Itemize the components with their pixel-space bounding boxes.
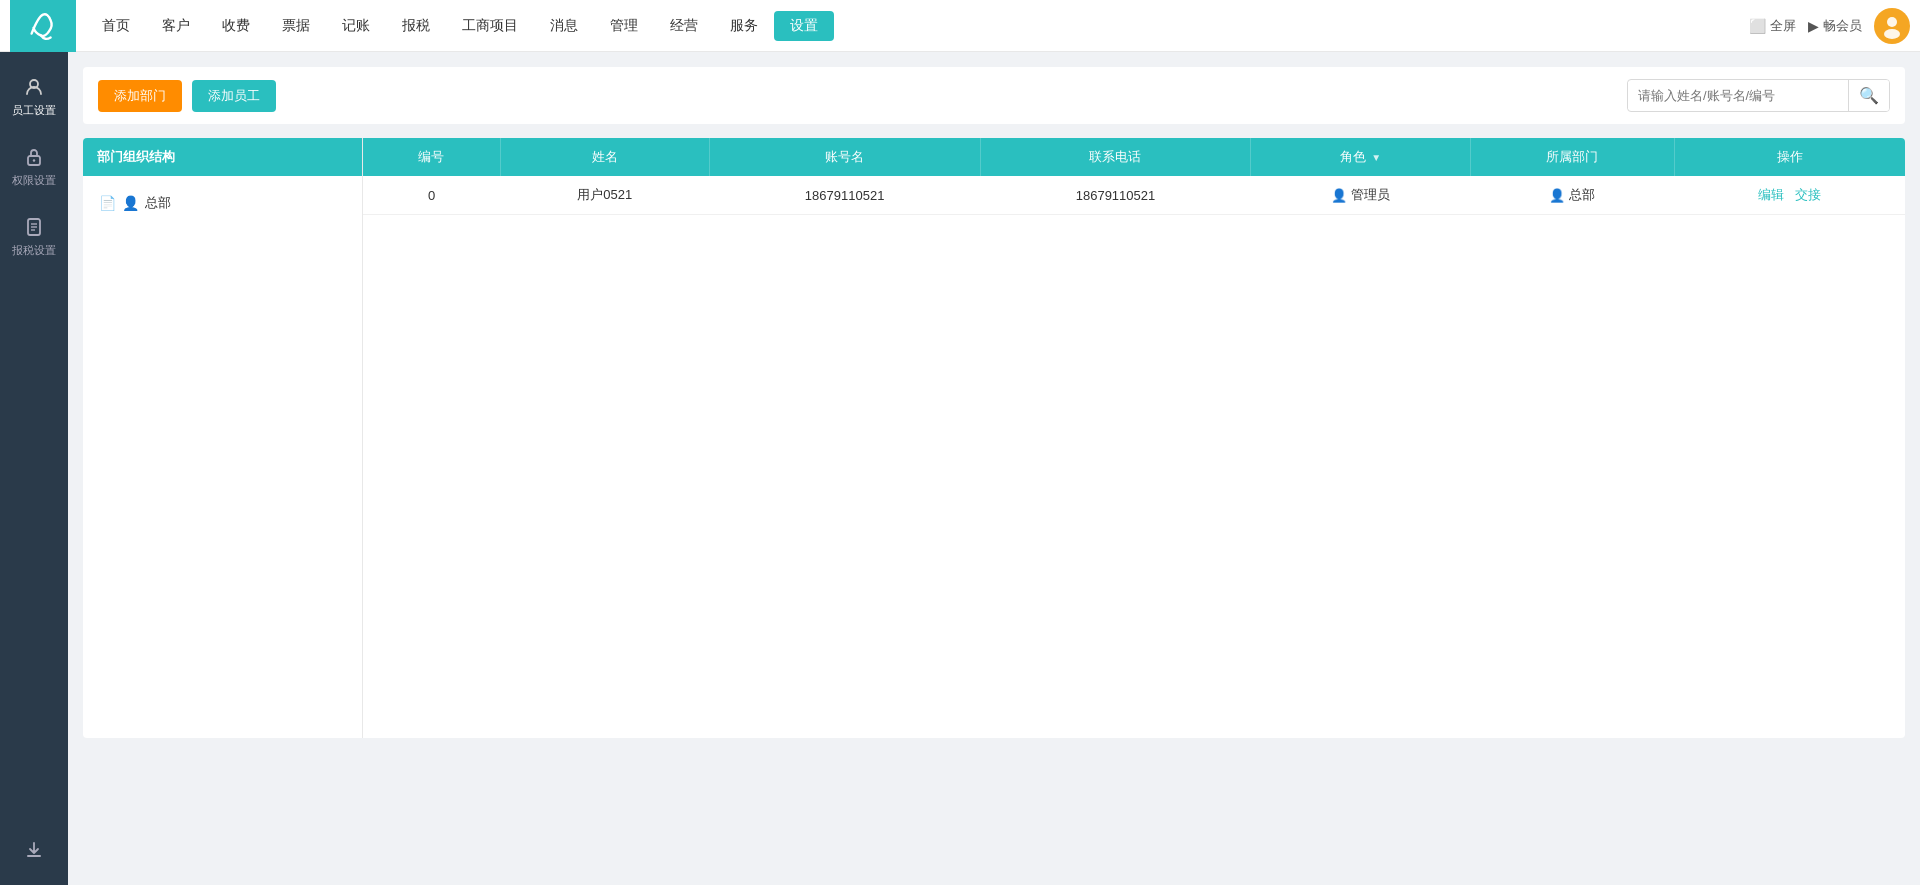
cell-actions: 编辑 交接 bbox=[1674, 176, 1905, 215]
person-icon bbox=[23, 76, 45, 98]
col-header-action: 操作 bbox=[1674, 138, 1905, 176]
search-button[interactable]: 🔍 bbox=[1848, 80, 1889, 111]
sidebar-item-employee[interactable]: 员工设置 bbox=[0, 62, 68, 132]
sidebar-item-permission[interactable]: 权限设置 bbox=[0, 132, 68, 202]
download-icon bbox=[23, 839, 45, 861]
svg-point-4 bbox=[33, 159, 35, 161]
nav-menu: 首页 客户 收费 票据 记账 报税 工商项目 消息 管理 经营 服务 设置 bbox=[86, 11, 1749, 41]
member-btn[interactable]: ▶ 畅会员 bbox=[1808, 17, 1862, 35]
nav-business[interactable]: 工商项目 bbox=[446, 11, 534, 41]
top-navigation: 首页 客户 收费 票据 记账 报税 工商项目 消息 管理 经营 服务 设置 ⬜ … bbox=[0, 0, 1920, 52]
avatar[interactable] bbox=[1874, 8, 1910, 44]
nav-service[interactable]: 服务 bbox=[714, 11, 774, 41]
col-header-id: 编号 bbox=[363, 138, 500, 176]
col-header-name: 姓名 bbox=[500, 138, 709, 176]
member-icon: ▶ bbox=[1808, 18, 1819, 34]
nav-invoice[interactable]: 票据 bbox=[266, 11, 326, 41]
svg-rect-9 bbox=[27, 855, 41, 857]
nav-accounting[interactable]: 记账 bbox=[326, 11, 386, 41]
employee-table: 编号 姓名 账号名 联系电话 角色 ▼ 所属部门 操作 bbox=[363, 138, 1905, 215]
nav-settings[interactable]: 设置 bbox=[774, 11, 834, 41]
nav-management[interactable]: 管理 bbox=[594, 11, 654, 41]
dept-name: 总部 bbox=[145, 194, 171, 212]
role-label: 管理员 bbox=[1351, 186, 1390, 204]
svg-point-0 bbox=[1887, 17, 1897, 27]
nav-client[interactable]: 客户 bbox=[146, 11, 206, 41]
logo bbox=[10, 0, 76, 52]
search-icon: 🔍 bbox=[1859, 87, 1879, 104]
nav-operation[interactable]: 经营 bbox=[654, 11, 714, 41]
cell-role: 👤 管理员 bbox=[1251, 176, 1470, 215]
search-input[interactable] bbox=[1628, 82, 1848, 109]
role-user-icon: 👤 bbox=[1331, 188, 1347, 203]
employee-table-wrapper: 编号 姓名 账号名 联系电话 角色 ▼ 所属部门 操作 bbox=[363, 138, 1905, 738]
department-tree: 部门组织结构 📄 👤 总部 bbox=[83, 138, 363, 738]
role-badge: 👤 管理员 bbox=[1331, 186, 1390, 204]
nav-billing[interactable]: 收费 bbox=[206, 11, 266, 41]
add-department-button[interactable]: 添加部门 bbox=[98, 80, 182, 112]
role-filter-icon: ▼ bbox=[1371, 152, 1381, 163]
nav-home[interactable]: 首页 bbox=[86, 11, 146, 41]
transfer-link[interactable]: 交接 bbox=[1795, 187, 1821, 202]
svg-point-1 bbox=[1884, 29, 1900, 39]
dept-cell-label: 总部 bbox=[1569, 186, 1595, 204]
dept-tree-header: 部门组织结构 bbox=[83, 138, 362, 176]
dept-tree-body: 📄 👤 总部 bbox=[83, 176, 362, 230]
search-box: 🔍 bbox=[1627, 79, 1890, 112]
add-employee-button[interactable]: 添加员工 bbox=[192, 80, 276, 112]
col-header-phone: 联系电话 bbox=[980, 138, 1251, 176]
cell-dept: 👤 总部 bbox=[1470, 176, 1674, 215]
report-icon bbox=[23, 216, 45, 238]
dept-cell-badge: 👤 总部 bbox=[1549, 186, 1595, 204]
sidebar-permission-label: 权限设置 bbox=[12, 173, 56, 188]
edit-link[interactable]: 编辑 bbox=[1758, 187, 1784, 202]
fullscreen-label: 全屏 bbox=[1770, 17, 1796, 35]
col-header-account: 账号名 bbox=[709, 138, 980, 176]
cell-phone: 18679110521 bbox=[980, 176, 1251, 215]
content-area: 添加部门 添加员工 🔍 部门组织结构 📄 👤 总部 bbox=[68, 52, 1920, 885]
table-row: 0 用户0521 18679110521 18679110521 👤 管理员 bbox=[363, 176, 1905, 215]
main-layout: 员工设置 权限设置 报税设置 bbox=[0, 52, 1920, 885]
lock-icon bbox=[23, 146, 45, 168]
cell-account: 18679110521 bbox=[709, 176, 980, 215]
sidebar: 员工设置 权限设置 报税设置 bbox=[0, 52, 68, 885]
sidebar-employee-label: 员工设置 bbox=[12, 103, 56, 118]
main-panel: 部门组织结构 📄 👤 总部 编号 姓名 账号名 bbox=[83, 138, 1905, 738]
col-header-role[interactable]: 角色 ▼ bbox=[1251, 138, 1470, 176]
fullscreen-btn[interactable]: ⬜ 全屏 bbox=[1749, 17, 1796, 35]
toolbar: 添加部门 添加员工 🔍 bbox=[83, 67, 1905, 124]
nav-tax[interactable]: 报税 bbox=[386, 11, 446, 41]
sidebar-item-tax-settings[interactable]: 报税设置 bbox=[0, 202, 68, 272]
sidebar-item-download[interactable] bbox=[0, 825, 68, 875]
cell-name: 用户0521 bbox=[500, 176, 709, 215]
col-header-dept: 所属部门 bbox=[1470, 138, 1674, 176]
member-label: 畅会员 bbox=[1823, 17, 1862, 35]
dept-user-icon-cell: 👤 bbox=[1549, 188, 1565, 203]
cell-id: 0 bbox=[363, 176, 500, 215]
fullscreen-icon: ⬜ bbox=[1749, 18, 1766, 34]
dept-user-icon: 👤 bbox=[122, 195, 139, 211]
dept-item-general[interactable]: 📄 👤 总部 bbox=[83, 186, 362, 220]
file-icon: 📄 bbox=[99, 195, 116, 211]
nav-message[interactable]: 消息 bbox=[534, 11, 594, 41]
nav-right-actions: ⬜ 全屏 ▶ 畅会员 bbox=[1749, 8, 1910, 44]
sidebar-taxsettings-label: 报税设置 bbox=[12, 243, 56, 258]
